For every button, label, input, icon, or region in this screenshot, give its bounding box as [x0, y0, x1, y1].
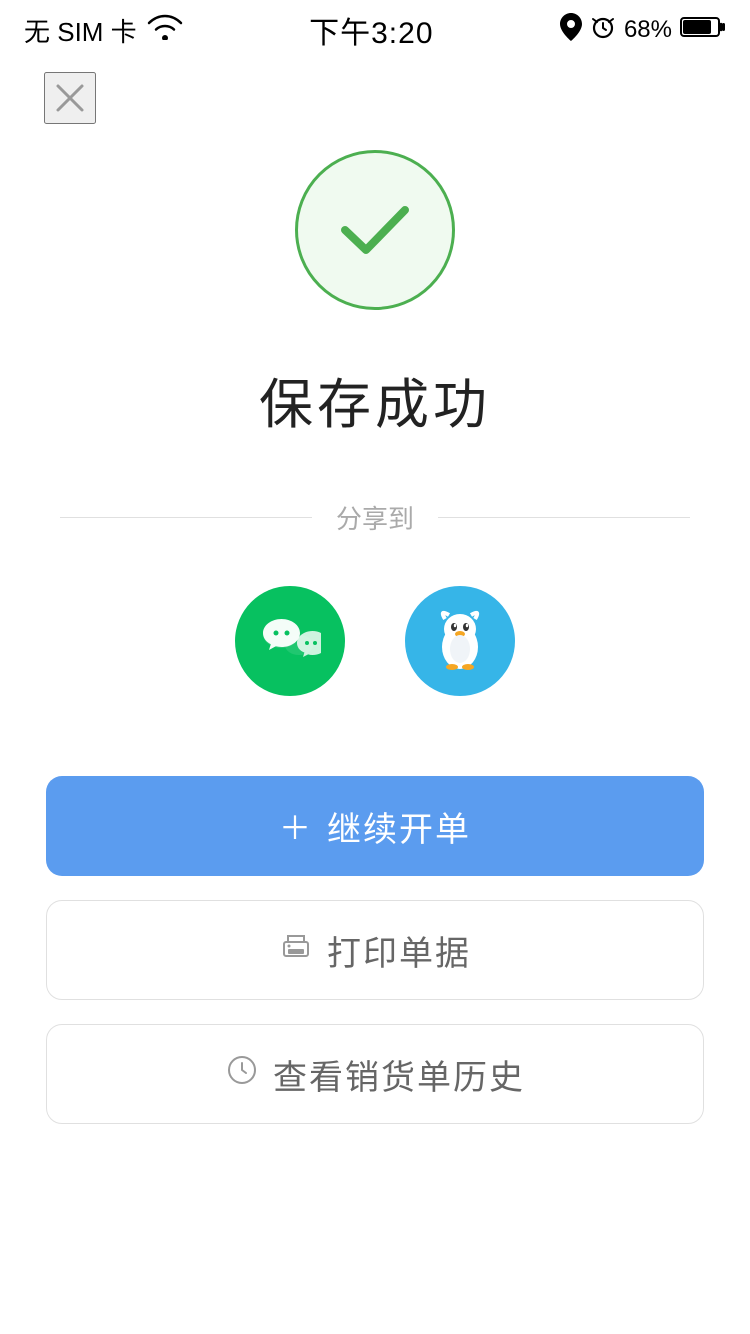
divider-line-left	[60, 517, 312, 518]
action-buttons: ＋ 继续开单 打印单据 查看销货单历史	[0, 776, 750, 1124]
status-right: 68%	[560, 13, 726, 48]
plus-icon: ＋	[279, 803, 313, 849]
status-bar: 无 SIM 卡 下午3:20 68%	[0, 0, 750, 60]
continue-label: 继续开单	[327, 802, 471, 851]
close-button[interactable]	[44, 72, 96, 124]
wechat-share-button[interactable]	[235, 586, 345, 696]
success-circle	[295, 150, 455, 310]
divider-line-right	[438, 517, 690, 518]
history-button[interactable]: 查看销货单历史	[46, 1024, 704, 1124]
alarm-icon	[590, 14, 616, 47]
status-left: 无 SIM 卡	[24, 12, 183, 49]
battery-label: 68%	[624, 16, 672, 44]
share-icons	[235, 586, 515, 696]
battery-icon	[680, 15, 726, 46]
success-title: 保存成功	[259, 360, 491, 439]
status-time: 下午3:20	[309, 8, 433, 52]
main-content: 保存成功 分享到	[0, 60, 750, 1124]
share-divider: 分享到	[0, 499, 750, 536]
qq-share-button[interactable]	[405, 586, 515, 696]
history-icon	[225, 1053, 259, 1095]
print-icon	[279, 929, 313, 971]
wifi-icon	[147, 14, 183, 47]
share-label: 分享到	[312, 499, 438, 536]
print-label: 打印单据	[327, 926, 471, 975]
print-button[interactable]: 打印单据	[46, 900, 704, 1000]
location-icon	[560, 13, 582, 48]
history-label: 查看销货单历史	[273, 1050, 525, 1099]
continue-button[interactable]: ＋ 继续开单	[46, 776, 704, 876]
carrier-label: 无 SIM 卡	[24, 12, 137, 49]
